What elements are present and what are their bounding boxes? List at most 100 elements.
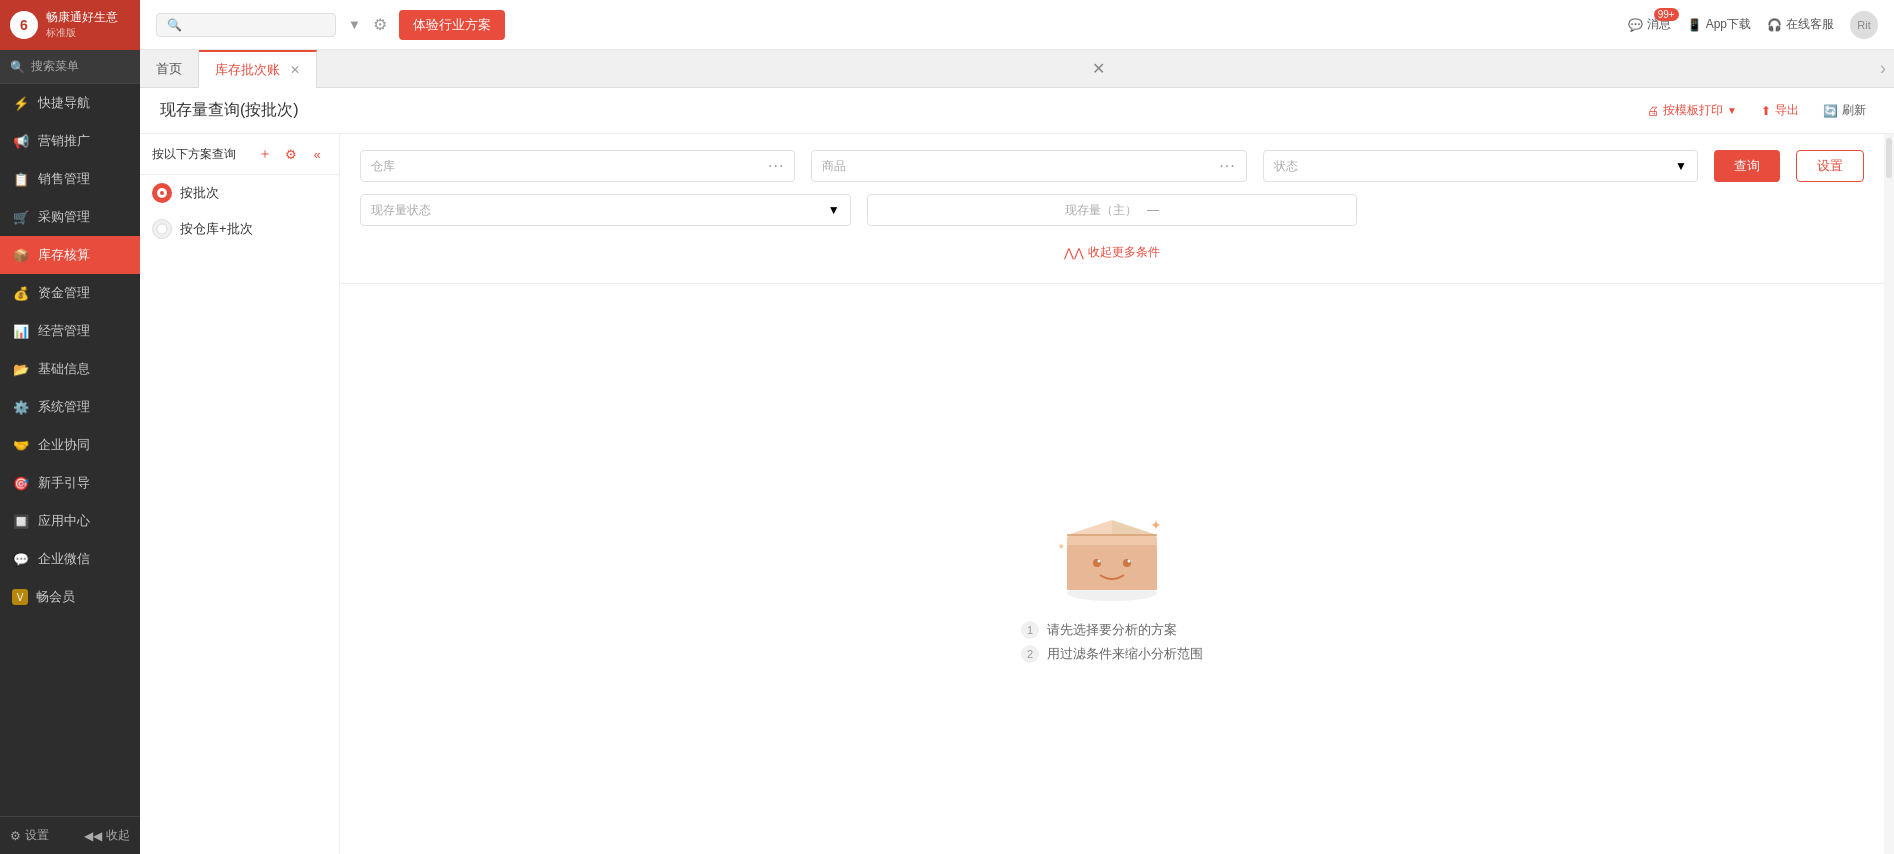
expand-btn[interactable]: › [1880, 58, 1886, 79]
online-service-btn[interactable]: 🎧 在线客服 [1767, 16, 1834, 33]
page-scrollbar[interactable] [1884, 134, 1894, 854]
scheme-settings-btn[interactable]: ⚙ [281, 144, 301, 164]
app-name: 畅康通好生意 [46, 10, 118, 26]
refresh-icon: 🔄 [1823, 104, 1838, 118]
app-download-btn[interactable]: 📱 App下载 [1687, 16, 1751, 33]
sidebar-item-label: 企业微信 [38, 550, 90, 568]
chevron-down-icon: ▼ [1727, 105, 1737, 116]
filter-settings-btn[interactable]: 设置 [1796, 150, 1864, 182]
tab-home[interactable]: 首页 [140, 50, 199, 88]
collapse-more-btn[interactable]: ⋀⋀ 收起更多条件 [360, 238, 1864, 267]
empty-hints: 1 请先选择要分析的方案 2 用过滤条件来缩小分析范围 [1021, 621, 1203, 663]
sidebar-item-label: 经营管理 [38, 322, 90, 340]
user-avatar-btn[interactable]: Rit [1850, 11, 1878, 39]
tabbar-close-btn[interactable]: ✕ [1080, 50, 1117, 88]
stock-qty-dash: — [1147, 203, 1159, 217]
tab-batch-account[interactable]: 库存批次账 ✕ [199, 50, 317, 88]
collapse-label: 收起更多条件 [1088, 244, 1160, 261]
sidebar-item-enterprise[interactable]: 🤝 企业协同 [0, 426, 140, 464]
sidebar-item-finance[interactable]: 💰 资金管理 [0, 274, 140, 312]
scheme-item-by-warehouse-batch[interactable]: 按仓库+批次 [140, 211, 339, 247]
hint-1-text: 请先选择要分析的方案 [1047, 621, 1177, 639]
sidebar-item-purchase[interactable]: 🛒 采购管理 [0, 198, 140, 236]
tab-close-icon[interactable]: ✕ [290, 63, 300, 77]
sidebar-search[interactable]: 🔍 搜索菜单 [0, 50, 140, 84]
tab-batch-account-label: 库存批次账 [215, 61, 280, 79]
experience-btn[interactable]: 体验行业方案 [399, 10, 505, 40]
sidebar-item-wechat[interactable]: 💬 企业微信 [0, 540, 140, 578]
status-select[interactable]: 状态 ▼ [1263, 150, 1698, 182]
sidebar-item-marketing[interactable]: 📢 营销推广 [0, 122, 140, 160]
newbie-icon: 🎯 [12, 474, 30, 492]
headset-icon: 🎧 [1767, 18, 1782, 32]
messages-btn[interactable]: 💬 消息 99+ [1628, 16, 1671, 33]
warehouse-input[interactable]: 仓库 ··· [360, 150, 795, 182]
sidebar-item-sales[interactable]: 📋 销售管理 [0, 160, 140, 198]
message-icon: 💬 [1628, 18, 1643, 32]
product-input[interactable]: 商品 ··· [811, 150, 1246, 182]
sidebar-item-apps[interactable]: 🔲 应用中心 [0, 502, 140, 540]
content-empty-area: ✦ ✦ 1 请先选择要分析的方案 2 用过滤条件来缩小分析范围 [340, 284, 1884, 854]
sidebar-settings-btn[interactable]: ⚙ 设置 [10, 827, 49, 844]
topbar-search[interactable]: 🔍 [156, 13, 336, 37]
basic-icon: 📂 [12, 360, 30, 378]
sidebar-collapse-btn[interactable]: ◀◀ 收起 [84, 827, 130, 844]
quick-nav-icon: ⚡ [12, 94, 30, 112]
query-btn[interactable]: 查询 [1714, 150, 1780, 182]
sidebar-item-label: 企业协同 [38, 436, 90, 454]
sidebar-item-label: 基础信息 [38, 360, 90, 378]
scheme-item-by-batch[interactable]: 按批次 [140, 175, 339, 211]
app-name-block: 畅康通好生意 标准版 [46, 10, 118, 40]
sidebar-item-vip[interactable]: V 畅会员 [0, 578, 140, 616]
sidebar-item-label: 销售管理 [38, 170, 90, 188]
search-label: 搜索菜单 [31, 58, 79, 75]
page-body: 按以下方案查询 ＋ ⚙ « 按批次 [140, 134, 1894, 854]
empty-hint-1: 1 请先选择要分析的方案 [1021, 621, 1203, 639]
page-title: 现存量查询(按批次) [160, 100, 299, 121]
print-btn[interactable]: 🖨 按模板打印 ▼ [1639, 98, 1745, 123]
sales-icon: 📋 [12, 170, 30, 188]
svg-point-2 [157, 224, 167, 234]
sidebar-item-label: 采购管理 [38, 208, 90, 226]
tab-home-label: 首页 [156, 60, 182, 78]
filter-row-1: 仓库 ··· 商品 ··· 状态 [360, 150, 1864, 182]
add-scheme-btn[interactable]: ＋ [255, 144, 275, 164]
filter-stock-status: 现存量状态 ▼ [360, 194, 851, 226]
sidebar-item-system[interactable]: ⚙️ 系统管理 [0, 388, 140, 426]
topbar-right: 💬 消息 99+ 📱 App下载 🎧 在线客服 Rit [1628, 11, 1878, 39]
finance-icon: 💰 [12, 284, 30, 302]
svg-text:✦: ✦ [1150, 517, 1162, 533]
sidebar-item-operation[interactable]: 📊 经营管理 [0, 312, 140, 350]
collapse-icon: ◀◀ [84, 829, 102, 843]
sidebar-item-basic[interactable]: 📂 基础信息 [0, 350, 140, 388]
sidebar-item-inventory[interactable]: 📦 库存核算 [0, 236, 140, 274]
sidebar-item-newbie[interactable]: 🎯 新手引导 [0, 464, 140, 502]
settings-icon[interactable]: ⚙ [373, 15, 387, 34]
warehouse-dots: ··· [768, 157, 784, 175]
marketing-icon: 📢 [12, 132, 30, 150]
operation-icon: 📊 [12, 322, 30, 340]
sidebar-item-quick-nav[interactable]: ⚡ 快捷导航 [0, 84, 140, 122]
hint-2-text: 用过滤条件来缩小分析范围 [1047, 645, 1203, 663]
print-icon: 🖨 [1647, 104, 1659, 118]
purchase-icon: 🛒 [12, 208, 30, 226]
page: 现存量查询(按批次) 🖨 按模板打印 ▼ ⬆ 导出 🔄 刷新 [140, 88, 1894, 854]
dropdown-icon[interactable]: ▼ [348, 17, 361, 32]
collapse-panel-btn[interactable]: « [307, 144, 327, 164]
sidebar-item-label: 营销推广 [38, 132, 90, 150]
stock-qty-range[interactable]: 现存量（主） — [867, 194, 1358, 226]
sidebar-menu: ⚡ 快捷导航 📢 营销推广 📋 销售管理 🛒 采购管理 📦 库存核算 💰 资金管… [0, 84, 140, 816]
sidebar: 6 畅康通好生意 标准版 🔍 搜索菜单 ⚡ 快捷导航 📢 营销推广 📋 销售管理… [0, 0, 140, 854]
sidebar-item-label: 畅会员 [36, 588, 75, 606]
export-btn[interactable]: ⬆ 导出 [1753, 98, 1807, 123]
sidebar-item-label: 快捷导航 [38, 94, 90, 112]
refresh-btn[interactable]: 🔄 刷新 [1815, 98, 1874, 123]
scrollbar-thumb[interactable] [1886, 138, 1892, 178]
sidebar-bottom: ⚙ 设置 ◀◀ 收起 [0, 816, 140, 854]
vip-icon: V [12, 589, 28, 605]
stock-status-select[interactable]: 现存量状态 ▼ [360, 194, 851, 226]
messages-badge: 99+ [1654, 8, 1679, 21]
sidebar-item-label: 资金管理 [38, 284, 90, 302]
close-icon: ✕ [1092, 59, 1105, 78]
sidebar-item-label: 新手引导 [38, 474, 90, 492]
